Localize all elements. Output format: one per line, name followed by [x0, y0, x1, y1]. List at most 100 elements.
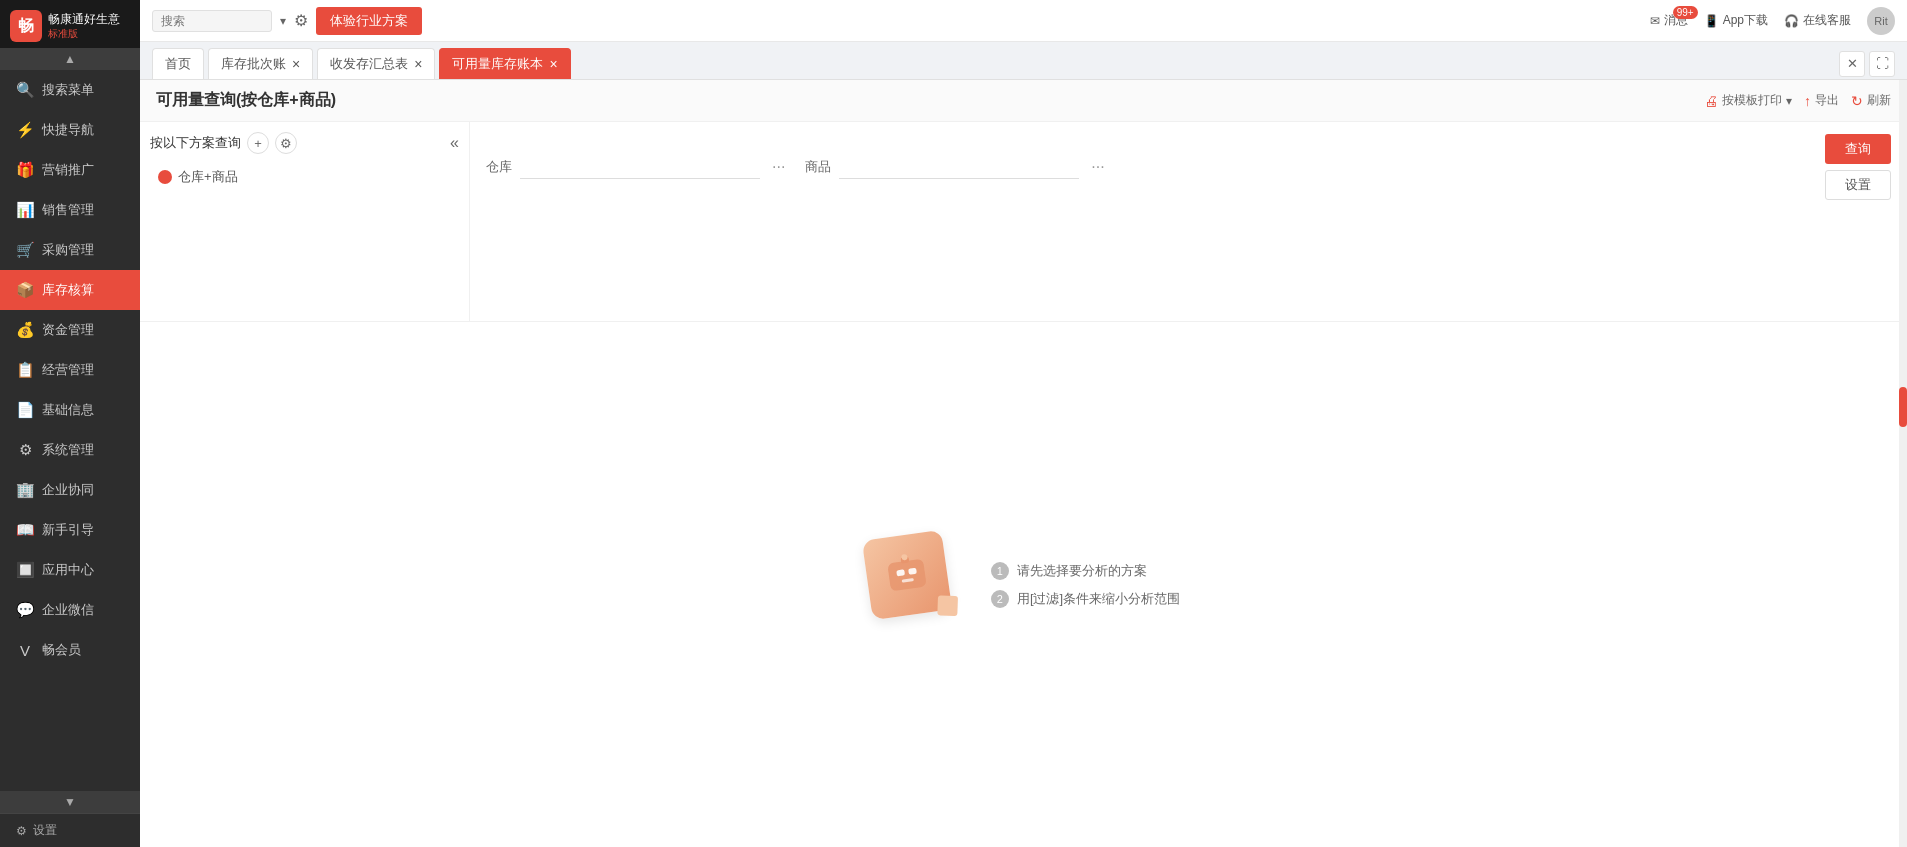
print-dropdown-icon: ▾ [1786, 94, 1792, 108]
sidebar-footer[interactable]: ⚙ 设置 [0, 813, 140, 847]
sidebar-item-member[interactable]: V 畅会员 [0, 630, 140, 670]
sidebar-item-marketing[interactable]: 🎁营销推广 [0, 150, 140, 190]
tab-close-batch[interactable]: × [292, 56, 300, 72]
page-header: 可用量查询(按仓库+商品) 🖨 按模板打印 ▾ ↑ 导出 ↻ 刷新 [140, 80, 1907, 122]
print-icon: 🖨 [1704, 93, 1718, 109]
sidebar-footer-label: 设置 [33, 822, 57, 839]
sidebar-item-wechat[interactable]: 💬企业微信 [0, 590, 140, 630]
empty-illustration [867, 535, 967, 635]
sidebar-item-purchase[interactable]: 🛒 采购管理 [0, 230, 140, 270]
customer-service-item[interactable]: 🎧 在线客服 [1784, 12, 1851, 29]
sidebar-item-basic[interactable]: 📄基础信息 [0, 390, 140, 430]
page-content: 可用量查询(按仓库+商品) 🖨 按模板打印 ▾ ↑ 导出 ↻ 刷新 [140, 80, 1907, 847]
sidebar-item-enterprise[interactable]: 🏢企业协同 [0, 470, 140, 510]
topbar-right: ✉ 消息 99+ 📱 App下载 🎧 在线客服 Rit [1650, 7, 1895, 35]
message-icon: ✉ [1650, 14, 1660, 28]
sidebar-scroll-down[interactable]: ▼ [0, 791, 140, 813]
scheme-settings-button[interactable]: ⚙ [275, 132, 297, 154]
scheme-warehouse-goods[interactable]: 仓库+商品 [150, 162, 459, 192]
tabs-bar: 首页库存批次账×收发存汇总表×可用量库存账本× ✕ ⛶ [140, 42, 1907, 80]
export-button[interactable]: ↑ 导出 [1804, 92, 1839, 109]
sidebar-item-inventory[interactable]: 📦库存核算 [0, 270, 140, 310]
tab-close-button[interactable]: ✕ [1839, 51, 1865, 77]
collapse-icon[interactable]: « [450, 134, 459, 152]
scheme-dot-icon [158, 170, 172, 184]
user-avatar[interactable]: Rit [1867, 7, 1895, 35]
sidebar-nav: 🔍搜索菜单⚡快捷导航🎁营销推广📊销售管理 🛒 采购管理 📦库存核算💰资金管理📋经营管理… [0, 70, 140, 791]
filter-fields: 仓库 ··· 商品 ··· 查询 设置 [470, 122, 1907, 321]
finance-icon: 💰 [16, 321, 34, 339]
sidebar-item-apps[interactable]: 🔲应用中心 [0, 550, 140, 590]
filter-panel: 按以下方案查询 + ⚙ « 仓库+商品 仓库 [140, 122, 1907, 322]
tab-batch[interactable]: 库存批次账× [208, 48, 313, 79]
add-scheme-button[interactable]: + [247, 132, 269, 154]
empty-tip-1: 1 请先选择要分析的方案 [991, 562, 1180, 580]
tab-label-home: 首页 [165, 55, 191, 73]
sidebar: 畅 畅康通好生意 标准版 ▲ 🔍搜索菜单⚡快捷导航🎁营销推广📊销售管理🛒采购管理… [0, 0, 140, 847]
inventory-icon: 📦 [16, 281, 34, 299]
goods-field: 商品 ··· [805, 155, 1108, 179]
sidebar-item-label: 企业协同 [42, 481, 94, 499]
message-icon-item[interactable]: ✉ 消息 99+ [1650, 12, 1688, 29]
filter-action-buttons: 查询 设置 [1825, 134, 1891, 200]
topbar-gear-icon[interactable]: ⚙ [294, 11, 308, 30]
app-icon: 📱 [1704, 14, 1719, 28]
sidebar-item-system[interactable]: ⚙ 系统管理 [0, 430, 140, 470]
tab-summary[interactable]: 收发存汇总表× [317, 48, 435, 79]
tab-available[interactable]: 可用量库存账本× [439, 48, 570, 79]
sidebar-item-label: 企业微信 [42, 601, 94, 619]
trial-industry-button[interactable]: 体验行业方案 [316, 7, 422, 35]
brand-name: 畅康通好生意 [48, 12, 120, 28]
system-icon: ⚙ [16, 441, 34, 459]
scheme-item-label: 仓库+商品 [178, 168, 238, 186]
robot-icon [862, 529, 952, 619]
export-icon: ↑ [1804, 93, 1811, 109]
basic-icon: 📄 [16, 401, 34, 419]
warehouse-input[interactable] [520, 155, 760, 179]
purchase-icon: 🛒 [16, 241, 34, 259]
filter-header: 按以下方案查询 + ⚙ « [150, 132, 459, 154]
guide-icon: 📖 [16, 521, 34, 539]
member-icon: V [16, 642, 34, 659]
empty-tips: 1 请先选择要分析的方案 2 用[过滤]条件来缩小分析范围 [991, 562, 1180, 608]
sidebar-item-finance[interactable]: 💰资金管理 [0, 310, 140, 350]
main-area: ▾ ⚙ 体验行业方案 ✉ 消息 99+ 📱 App下载 🎧 在线客服 Rit [140, 0, 1907, 847]
print-template-button[interactable]: 🖨 按模板打印 ▾ [1704, 92, 1792, 109]
topbar: ▾ ⚙ 体验行业方案 ✉ 消息 99+ 📱 App下载 🎧 在线客服 Rit [140, 0, 1907, 42]
topbar-dropdown-arrow[interactable]: ▾ [280, 14, 286, 28]
filter-row-1: 仓库 ··· 商品 ··· 查询 设置 [486, 134, 1891, 200]
refresh-label: 刷新 [1867, 92, 1891, 109]
tab-close-summary[interactable]: × [414, 56, 422, 72]
operation-icon: 📋 [16, 361, 34, 379]
tab-home[interactable]: 首页 [152, 48, 204, 79]
empty-tip-2: 2 用[过滤]条件来缩小分析范围 [991, 590, 1180, 608]
goods-input[interactable] [839, 155, 1079, 179]
brand-logo-icon: 畅 [10, 10, 42, 42]
sidebar-item-label: 新手引导 [42, 521, 94, 539]
sidebar-item-label: 采购管理 [42, 241, 94, 259]
sidebar-scroll-up[interactable]: ▲ [0, 48, 140, 70]
refresh-button[interactable]: ↻ 刷新 [1851, 92, 1891, 109]
tab-expand-button[interactable]: ⛶ [1869, 51, 1895, 77]
tab-controls: ✕ ⛶ [1839, 51, 1895, 77]
goods-more-icon[interactable]: ··· [1087, 158, 1108, 176]
warehouse-more-icon[interactable]: ··· [768, 158, 789, 176]
right-scrollbar[interactable] [1899, 80, 1907, 847]
sidebar-item-shortcut[interactable]: ⚡快捷导航 [0, 110, 140, 150]
sidebar-item-label: 系统管理 [42, 441, 94, 459]
sidebar-item-guide[interactable]: 📖 新手引导 [0, 510, 140, 550]
tip-text-2: 用[过滤]条件来缩小分析范围 [1017, 590, 1180, 608]
setting-button[interactable]: 设置 [1825, 170, 1891, 200]
print-label: 按模板打印 [1722, 92, 1782, 109]
filter-scheme-panel: 按以下方案查询 + ⚙ « 仓库+商品 [140, 122, 470, 321]
sidebar-item-label: 畅会员 [42, 641, 81, 659]
app-download-item[interactable]: 📱 App下载 [1704, 12, 1768, 29]
query-button[interactable]: 查询 [1825, 134, 1891, 164]
filter-scheme-label: 按以下方案查询 [150, 134, 241, 152]
sidebar-item-operation[interactable]: 📋经营管理 [0, 350, 140, 390]
sidebar-item-sales[interactable]: 📊销售管理 [0, 190, 140, 230]
topbar-search-input[interactable] [152, 10, 272, 32]
page-header-actions: 🖨 按模板打印 ▾ ↑ 导出 ↻ 刷新 [1704, 92, 1891, 109]
tab-close-available[interactable]: × [549, 56, 557, 72]
sidebar-item-search[interactable]: 🔍搜索菜单 [0, 70, 140, 110]
